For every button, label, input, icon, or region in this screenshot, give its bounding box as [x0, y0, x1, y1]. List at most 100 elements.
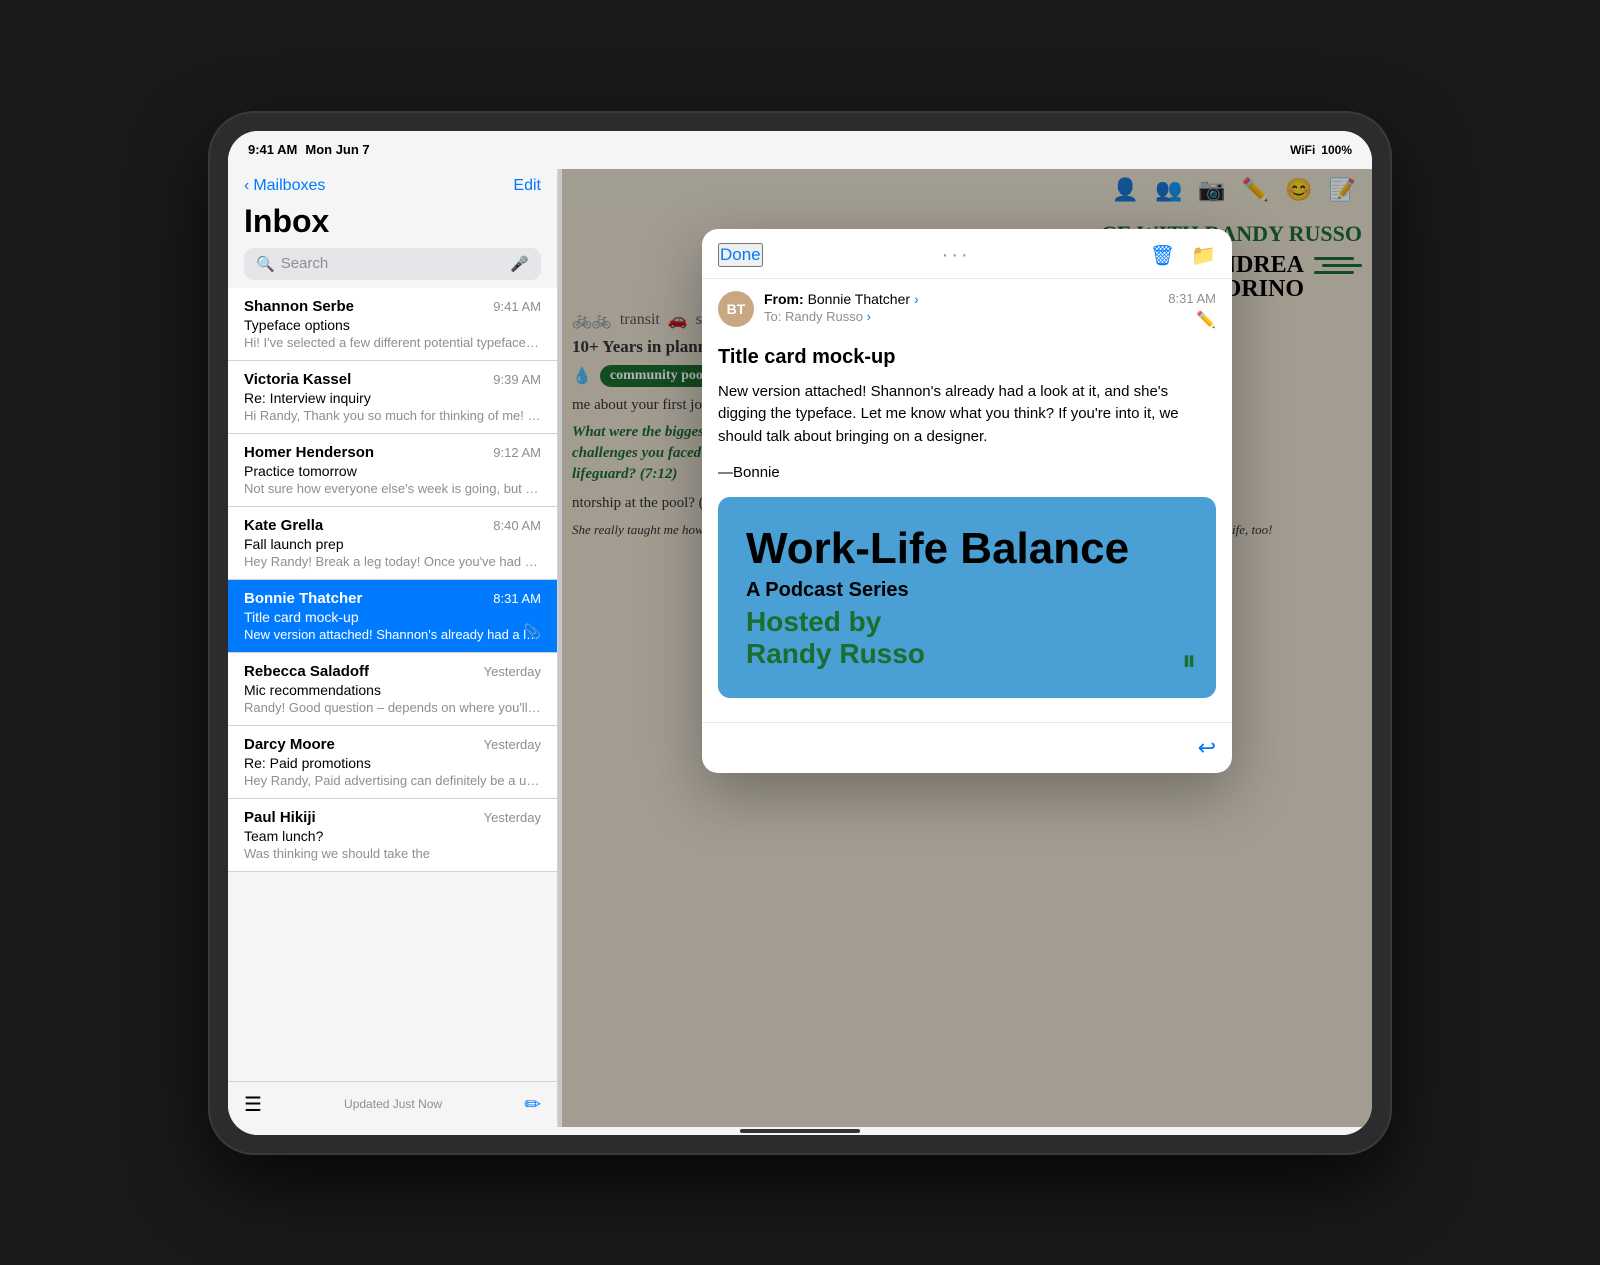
mail-preview: New version attached! Shannon's already … [244, 627, 541, 642]
mail-subject: Fall launch prep [244, 536, 541, 552]
mail-panel: ‹ Mailboxes Edit Inbox 🔍 Search 🎤 [228, 169, 558, 1127]
mail-item[interactable]: Rebecca Saladoff Yesterday Mic recommend… [228, 653, 557, 726]
sender-details: From: Bonnie Thatcher › To: Randy Russo … [764, 291, 1158, 324]
search-bar[interactable]: 🔍 Search 🎤 [244, 248, 541, 280]
mail-item[interactable]: Paul Hikiji Yesterday Team lunch? Was th… [228, 799, 557, 872]
mail-preview: Hey Randy, Paid advertising can definite… [244, 773, 541, 788]
battery-status: 100% [1321, 143, 1352, 157]
email-time: 8:31 AM [1168, 291, 1216, 306]
email-subject: Title card mock-up [718, 346, 1216, 369]
updated-text: Updated Just Now [344, 1097, 442, 1111]
reply-button[interactable]: ↩ [1198, 735, 1216, 761]
mail-list: Shannon Serbe 9:41 AM Typeface options H… [228, 288, 557, 1081]
mail-preview: Hi! I've selected a few different potent… [244, 335, 541, 350]
from-chevron: › [914, 291, 919, 307]
list-icon: ☰ [244, 1092, 262, 1117]
home-indicator-bar [228, 1127, 1372, 1135]
popup-footer: ↩ [702, 722, 1232, 773]
search-placeholder: Search [281, 255, 329, 272]
to-chevron: › [867, 309, 871, 324]
notes-panel: 👤 👥 📷 ✏️ 😊 📝 CE WITH CE WITH RANDY RUSSO [562, 169, 1372, 1127]
mail-item-selected[interactable]: Bonnie Thatcher 8:31 AM Title card mock-… [228, 580, 557, 653]
mail-subject: Re: Interview inquiry [244, 390, 541, 406]
sender-avatar: BT [718, 291, 754, 327]
mail-subject: Mic recommendations [244, 682, 541, 698]
mailboxes-back-button[interactable]: ‹ Mailboxes [244, 177, 325, 195]
ipad-frame: 9:41 AM Mon Jun 7 WiFi 100% ‹ Mailboxes … [210, 113, 1390, 1153]
mail-sender: Homer Henderson [244, 444, 374, 461]
mail-sender: Paul Hikiji [244, 809, 316, 826]
popup-overlay: Done ··· 🗑 📁 BT Fr [562, 169, 1372, 1127]
back-chevron-icon: ‹ [244, 177, 249, 195]
mail-sender: Rebecca Saladoff [244, 663, 369, 680]
compose-icon[interactable]: ✏ [524, 1092, 541, 1117]
done-button[interactable]: Done [718, 243, 763, 267]
search-icon: 🔍 [256, 255, 275, 273]
mail-item[interactable]: Shannon Serbe 9:41 AM Typeface options H… [228, 288, 557, 361]
home-indicator [740, 1129, 860, 1133]
folder-icon[interactable]: 📁 [1191, 243, 1216, 268]
popup-actions: 🗑 📁 [1150, 243, 1216, 268]
mail-time: 8:40 AM [493, 518, 541, 533]
mailboxes-label: Mailboxes [253, 177, 325, 195]
from-label: From: [764, 291, 804, 307]
mail-item[interactable]: Kate Grella 8:40 AM Fall launch prep Hey… [228, 507, 557, 580]
popup-from-section: BT From: Bonnie Thatcher › To: Randy Rus… [702, 279, 1232, 338]
mail-subject: Team lunch? [244, 828, 541, 844]
recipient-name[interactable]: Randy Russo [785, 309, 863, 324]
status-date: Mon Jun 7 [305, 142, 369, 157]
mail-sender: Shannon Serbe [244, 298, 354, 315]
ipad-screen: 9:41 AM Mon Jun 7 WiFi 100% ‹ Mailboxes … [228, 131, 1372, 1135]
mail-preview: Was thinking we should take the [244, 846, 541, 861]
edit-button[interactable]: Edit [513, 177, 541, 195]
mail-subject: Re: Paid promotions [244, 755, 541, 771]
mail-time: Yesterday [484, 664, 541, 679]
mail-nav: ‹ Mailboxes Edit [228, 169, 557, 199]
mail-sender: Kate Grella [244, 517, 323, 534]
trash-icon[interactable]: 🗑 [1150, 243, 1175, 268]
mail-time: Yesterday [484, 737, 541, 752]
wifi-icon: WiFi [1290, 143, 1315, 157]
mail-preview: Not sure how everyone else's week is goi… [244, 481, 541, 496]
mail-subject: Typeface options [244, 317, 541, 333]
popup-body: Title card mock-up New version attached!… [702, 338, 1232, 723]
mail-time: 9:39 AM [493, 372, 541, 387]
mail-item[interactable]: Victoria Kassel 9:39 AM Re: Interview in… [228, 361, 557, 434]
mail-subject: Practice tomorrow [244, 463, 541, 479]
to-label: To: [764, 309, 781, 324]
pencil-edit-icon: ✏️ [1196, 310, 1216, 330]
mail-time: Yesterday [484, 810, 541, 825]
podcast-hosted-label: Hosted by Randy Russo [746, 606, 1188, 670]
mail-time: 9:41 AM [493, 299, 541, 314]
mail-time: 8:31 AM [493, 591, 541, 606]
popup-meta: 8:31 AM ✏️ [1168, 291, 1216, 330]
status-time: 9:41 AM [248, 142, 297, 157]
mail-sender: Bonnie Thatcher [244, 590, 362, 607]
mail-subject: Title card mock-up [244, 609, 541, 625]
email-popup: Done ··· 🗑 📁 BT Fr [702, 229, 1232, 774]
inbox-title: Inbox [228, 199, 557, 248]
popup-header: Done ··· 🗑 📁 [702, 229, 1232, 279]
mail-sender: Darcy Moore [244, 736, 335, 753]
email-body: New version attached! Shannon's already … [718, 381, 1216, 449]
status-bar: 9:41 AM Mon Jun 7 WiFi 100% [228, 131, 1372, 169]
main-area: ‹ Mailboxes Edit Inbox 🔍 Search 🎤 [228, 169, 1372, 1127]
play-pause-button[interactable]: ⏸ [1182, 645, 1196, 678]
mail-preview: Randy! Good question – depends on where … [244, 700, 541, 715]
status-bar-right: WiFi 100% [1290, 143, 1352, 157]
mail-time: 9:12 AM [493, 445, 541, 460]
mail-preview: Hey Randy! Break a leg today! Once you'v… [244, 554, 541, 569]
mail-sender: Victoria Kassel [244, 371, 351, 388]
attachment-icon: 📎 [524, 623, 541, 640]
drag-handle: ··· [942, 244, 971, 267]
sender-name[interactable]: Bonnie Thatcher [808, 291, 910, 307]
mail-preview: Hi Randy, Thank you so much for thinking… [244, 408, 541, 423]
mic-icon: 🎤 [510, 255, 529, 273]
podcast-subtitle: A Podcast Series [746, 579, 1188, 602]
mail-item[interactable]: Homer Henderson 9:12 AM Practice tomorro… [228, 434, 557, 507]
mail-item[interactable]: Darcy Moore Yesterday Re: Paid promotion… [228, 726, 557, 799]
podcast-attachment-card[interactable]: Work-Life Balance A Podcast Series Hoste… [718, 497, 1216, 698]
podcast-title: Work-Life Balance [746, 527, 1188, 571]
status-bar-left: 9:41 AM Mon Jun 7 [248, 142, 370, 157]
email-signature: —Bonnie [718, 464, 1216, 481]
